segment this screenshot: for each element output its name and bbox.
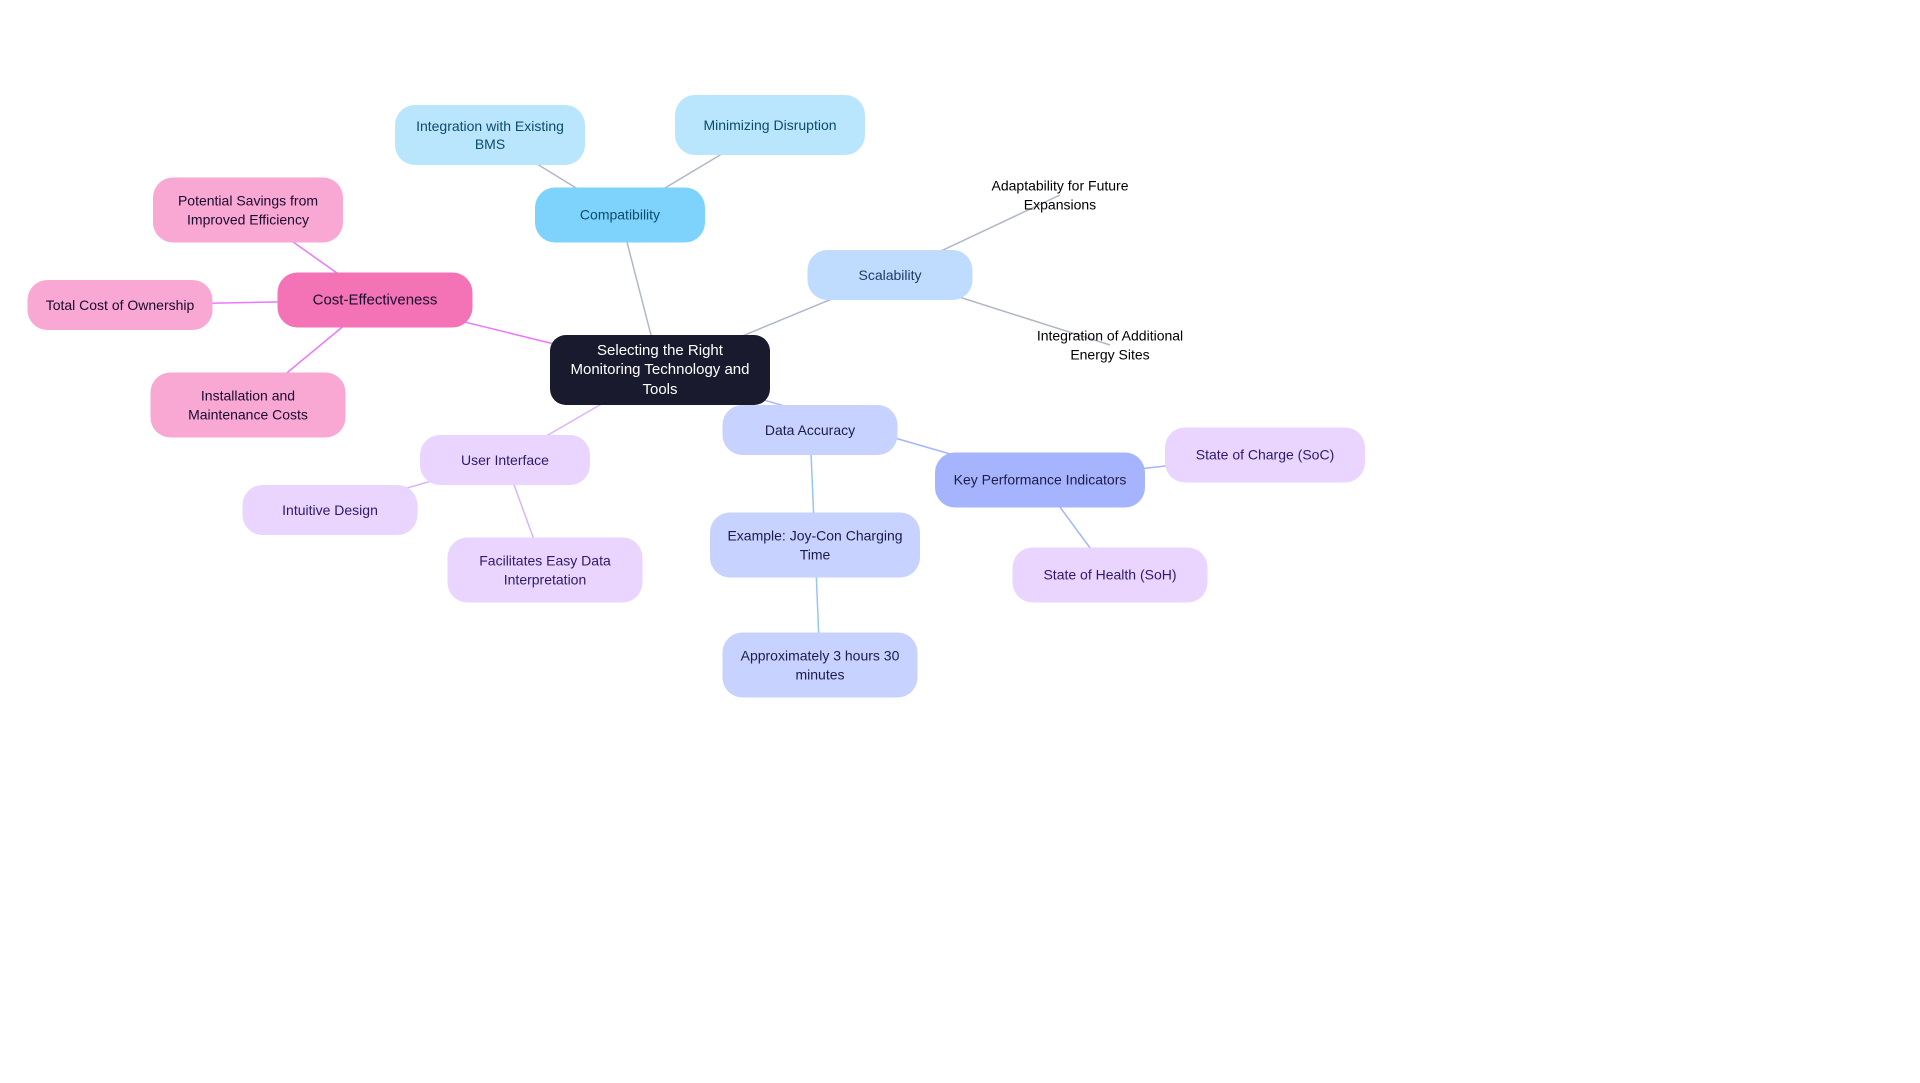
connections-svg xyxy=(0,0,1920,1083)
soc-node: State of Charge (SoC) xyxy=(1165,428,1365,483)
facilitates-data-node: Facilitates Easy Data Interpretation xyxy=(448,538,643,603)
mindmap-container: Selecting the Right Monitoring Technolog… xyxy=(0,0,1920,1083)
integration-bms-node: Integration with Existing BMS xyxy=(395,105,585,165)
total-cost-node: Total Cost of Ownership xyxy=(28,280,213,330)
potential-savings-node: Potential Savings from Improved Efficien… xyxy=(153,178,343,243)
data-accuracy-node: Data Accuracy xyxy=(723,405,898,455)
approximately-node: Approximately 3 hours 30 minutes xyxy=(723,633,918,698)
kpi-node: Key Performance Indicators xyxy=(935,453,1145,508)
minimizing-disruption-node: Minimizing Disruption xyxy=(675,95,865,155)
intuitive-design-node: Intuitive Design xyxy=(243,485,418,535)
installation-costs-node: Installation and Maintenance Costs xyxy=(151,373,346,438)
adaptability-node: Adaptability for Future Expansions xyxy=(963,163,1158,228)
compatibility-node: Compatibility xyxy=(535,188,705,243)
scalability-node: Scalability xyxy=(808,250,973,300)
cost-effectiveness-node: Cost-Effectiveness xyxy=(278,273,473,328)
user-interface-node: User Interface xyxy=(420,435,590,485)
joy-con-node: Example: Joy-Con Charging Time xyxy=(710,513,920,578)
integration-sites-node: Integration of Additional Energy Sites xyxy=(1013,313,1208,378)
soh-node: State of Health (SoH) xyxy=(1013,548,1208,603)
center-node: Selecting the Right Monitoring Technolog… xyxy=(550,335,770,405)
